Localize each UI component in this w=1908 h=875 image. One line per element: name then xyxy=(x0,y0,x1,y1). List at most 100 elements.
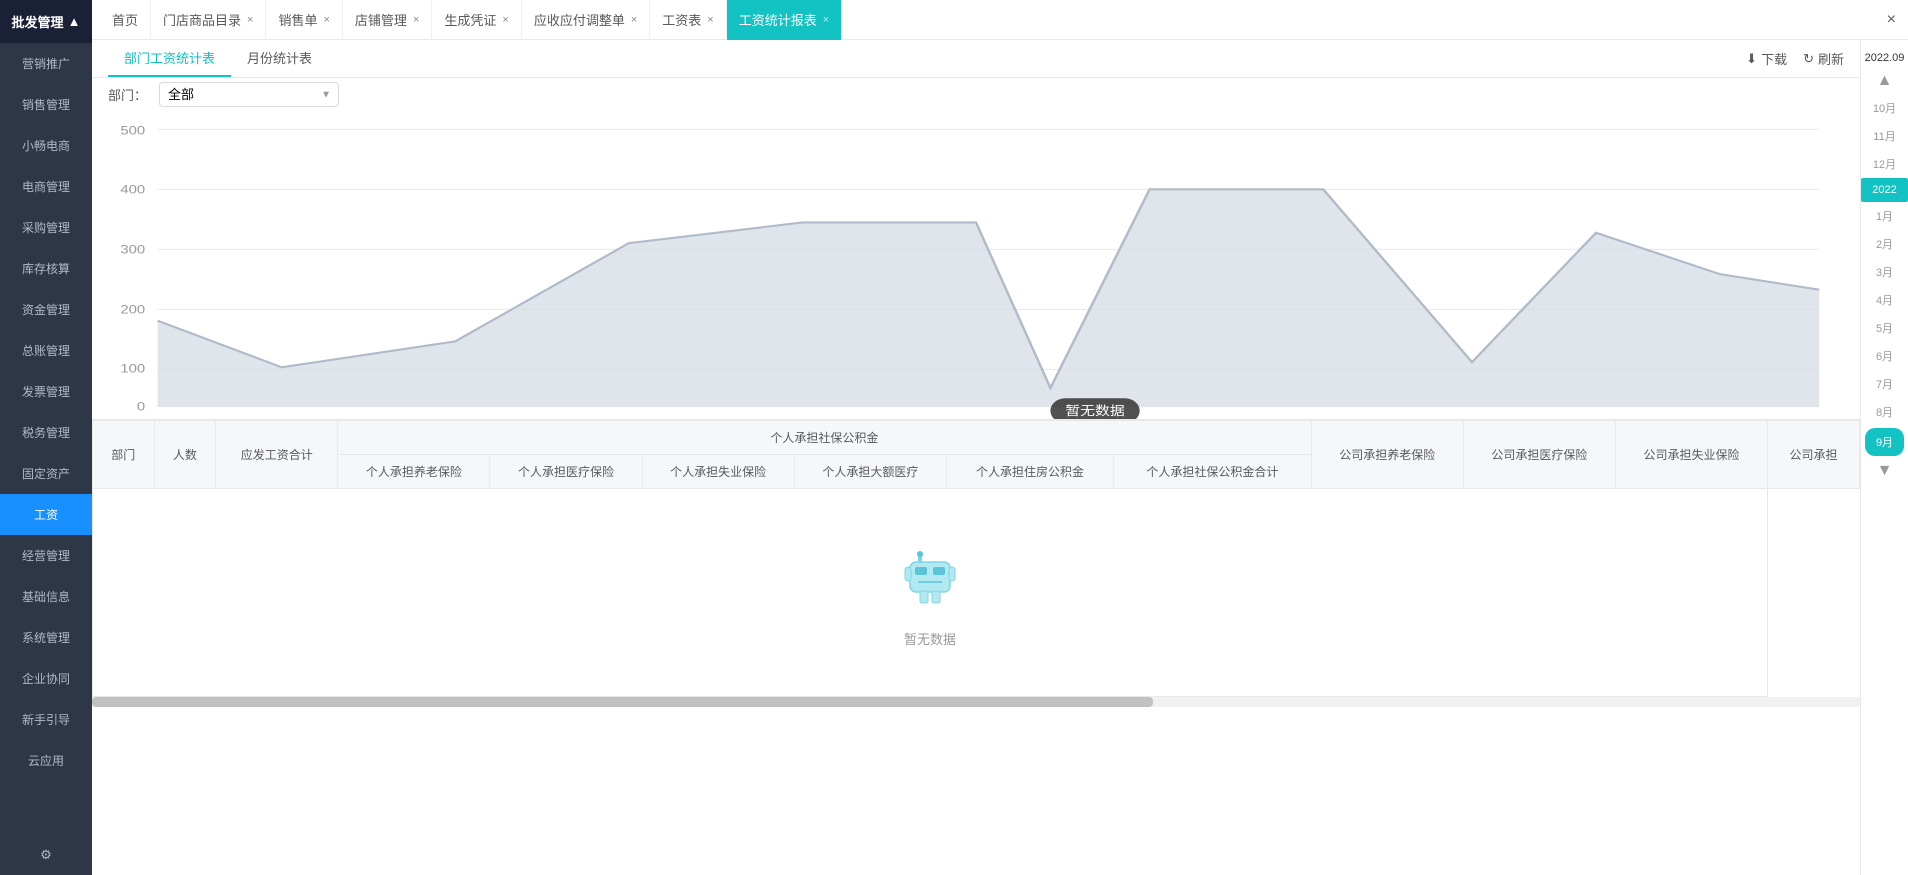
col-dept: 部门 xyxy=(93,421,155,489)
col-total-wage: 应发工资合计 xyxy=(216,421,338,489)
dept-select[interactable]: 全部 销售部 财务部 运营部 xyxy=(159,82,339,107)
timeline-sidebar: 2022.09 ▲ 10月 11月 12月 2022 1月 2月 3月 xyxy=(1860,40,1908,875)
tab-close-all-btn[interactable]: × xyxy=(1883,7,1900,33)
tab-close-voucher[interactable]: × xyxy=(502,14,508,26)
svg-text:100: 100 xyxy=(120,362,145,376)
tab-store-mgmt[interactable]: 店铺管理 × xyxy=(343,0,432,40)
main-area: 首页 门店商品目录 × 销售单 × 店铺管理 × 生成凭证 × 应收应付调整单 … xyxy=(92,0,1908,875)
timeline-up-btn[interactable]: ▲ xyxy=(1873,68,1897,94)
tab-home[interactable]: 首页 xyxy=(100,0,151,40)
table-area[interactable]: 部门 人数 应发工资合计 个人承担社保公积金 公司承担养老保险 公司承担医疗保险… xyxy=(92,419,1860,875)
timeline-feb[interactable]: 2月 xyxy=(1861,230,1908,258)
tab-ar-ap[interactable]: 应收应付调整单 × xyxy=(522,0,650,40)
sidebar-item-finance[interactable]: 资金管理 xyxy=(0,289,92,330)
sidebar-item-system[interactable]: 系统管理 xyxy=(0,617,92,658)
sidebar-item-ledger[interactable]: 总账管理 xyxy=(0,330,92,371)
sidebar-item-purchase[interactable]: 采购管理 xyxy=(0,207,92,248)
timeline-dec[interactable]: 12月 xyxy=(1861,150,1908,178)
timeline-jul[interactable]: 7月 xyxy=(1861,370,1908,398)
col-count: 人数 xyxy=(154,421,216,489)
sidebar-item-marketing[interactable]: 营销推广 xyxy=(0,43,92,84)
col-group-personal: 个人承担社保公积金 xyxy=(338,421,1311,455)
timeline-aug[interactable]: 8月 xyxy=(1861,398,1908,426)
col-company-medical: 公司承担医疗保险 xyxy=(1463,421,1615,489)
timeline-current-date: 2022.09 xyxy=(1861,48,1908,68)
tab-bar: 首页 门店商品目录 × 销售单 × 店铺管理 × 生成凭证 × 应收应付调整单 … xyxy=(92,0,1908,40)
tab-close-store-mgmt[interactable]: × xyxy=(413,14,419,26)
filter-row: 部门： 全部 销售部 财务部 运营部 xyxy=(92,78,1860,119)
timeline-year-2022[interactable]: 2022 xyxy=(1861,178,1908,202)
svg-text:300: 300 xyxy=(120,243,145,257)
tab-close-store-catalog[interactable]: × xyxy=(247,14,253,26)
tab-payroll-report[interactable]: 工资统计报表 × xyxy=(727,0,842,40)
sidebar-item-payroll[interactable]: 工资 xyxy=(0,494,92,535)
refresh-icon: ↻ xyxy=(1803,51,1814,67)
sub-tab-toolbar-row: 部门工资统计表 月份统计表 ⬇ 下载 ↻ 刷新 xyxy=(92,40,1860,78)
content-area: 部门工资统计表 月份统计表 ⬇ 下载 ↻ 刷新 xyxy=(92,40,1908,875)
col-personal-large-medical: 个人承担大额医疗 xyxy=(794,455,946,489)
tab-payroll[interactable]: 工资表 × xyxy=(650,0,726,40)
timeline-apr[interactable]: 4月 xyxy=(1861,286,1908,314)
filter-dept-label: 部门： xyxy=(108,85,147,104)
sidebar-header[interactable]: 批发管理 ▲ xyxy=(0,0,92,43)
col-personal-unemployment: 个人承担失业保险 xyxy=(642,455,794,489)
col-personal-medical: 个人承担医疗保险 xyxy=(490,455,642,489)
empty-icon xyxy=(890,537,970,617)
timeline-down-btn[interactable]: ▼ xyxy=(1873,458,1897,484)
sub-tabs: 部门工资统计表 月份统计表 xyxy=(108,40,1746,77)
col-personal-housing: 个人承担住房公积金 xyxy=(946,455,1113,489)
sidebar-item-collab[interactable]: 企业协同 xyxy=(0,658,92,699)
tab-close-ar-ap[interactable]: × xyxy=(631,14,637,26)
svg-text:0: 0 xyxy=(137,400,146,414)
tab-close-sales[interactable]: × xyxy=(323,14,329,26)
sidebar-item-assets[interactable]: 固定资产 xyxy=(0,453,92,494)
svg-text:500: 500 xyxy=(120,124,145,138)
sidebar-item-inventory[interactable]: 库存核算 xyxy=(0,248,92,289)
tab-close-payroll[interactable]: × xyxy=(707,14,713,26)
scrollbar-area[interactable] xyxy=(92,697,1860,707)
table-empty-row: 暂无数据 xyxy=(93,489,1860,697)
download-btn[interactable]: ⬇ 下载 xyxy=(1746,49,1787,68)
timeline-sep[interactable]: 9月 xyxy=(1865,428,1904,456)
sidebar-item-guide[interactable]: 新手引导 xyxy=(0,699,92,740)
tab-close-payroll-report[interactable]: × xyxy=(823,14,829,26)
sub-tab-month[interactable]: 月份统计表 xyxy=(231,40,328,77)
page-content: 部门工资统计表 月份统计表 ⬇ 下载 ↻ 刷新 xyxy=(92,40,1860,875)
empty-state: 暂无数据 xyxy=(105,497,1755,688)
tab-voucher[interactable]: 生成凭证 × xyxy=(432,0,521,40)
settings-icon: ⚙ xyxy=(40,847,52,862)
svg-text:200: 200 xyxy=(120,303,145,317)
timeline-may[interactable]: 5月 xyxy=(1861,314,1908,342)
empty-text: 暂无数据 xyxy=(904,629,956,648)
sidebar-item-tax[interactable]: 税务管理 xyxy=(0,412,92,453)
sidebar-title: 批发管理 xyxy=(12,12,64,31)
toolbar: ⬇ 下载 ↻ 刷新 xyxy=(1746,49,1844,68)
sidebar-item-ecommerce[interactable]: 电商管理 xyxy=(0,166,92,207)
tab-bar-end: × xyxy=(1883,7,1900,33)
refresh-btn[interactable]: ↻ 刷新 xyxy=(1803,49,1844,68)
col-personal-total: 个人承担社保公积金合计 xyxy=(1114,455,1311,489)
timeline-jun[interactable]: 6月 xyxy=(1861,342,1908,370)
tab-store-catalog[interactable]: 门店商品目录 × xyxy=(151,0,266,40)
sidebar-settings[interactable]: ⚙ xyxy=(0,835,92,875)
svg-text:400: 400 xyxy=(120,183,145,197)
timeline-nov[interactable]: 11月 xyxy=(1861,122,1908,150)
timeline-mar[interactable]: 3月 xyxy=(1861,258,1908,286)
area-chart: 500 400 300 200 100 0 xyxy=(108,119,1844,419)
sidebar-item-cloud[interactable]: 云应用 xyxy=(0,740,92,781)
sidebar-item-xiaochang[interactable]: 小畅电商 xyxy=(0,125,92,166)
scrollbar-thumb[interactable] xyxy=(92,697,1153,707)
col-company-pension: 公司承担养老保险 xyxy=(1311,421,1463,489)
chart-area: 500 400 300 200 100 0 xyxy=(92,119,1860,419)
tab-sales[interactable]: 销售单 × xyxy=(266,0,342,40)
sub-tab-dept[interactable]: 部门工资统计表 xyxy=(108,40,231,77)
timeline-jan[interactable]: 1月 xyxy=(1861,202,1908,230)
dept-select-wrapper: 全部 销售部 财务部 运营部 xyxy=(159,82,339,107)
sidebar-item-invoice[interactable]: 发票管理 xyxy=(0,371,92,412)
chart-polygon xyxy=(158,189,1820,406)
sidebar-item-basic[interactable]: 基础信息 xyxy=(0,576,92,617)
timeline-oct[interactable]: 10月 xyxy=(1861,94,1908,122)
sidebar-item-operation[interactable]: 经营管理 xyxy=(0,535,92,576)
data-table: 部门 人数 应发工资合计 个人承担社保公积金 公司承担养老保险 公司承担医疗保险… xyxy=(92,420,1860,697)
sidebar-item-sales[interactable]: 销售管理 xyxy=(0,84,92,125)
